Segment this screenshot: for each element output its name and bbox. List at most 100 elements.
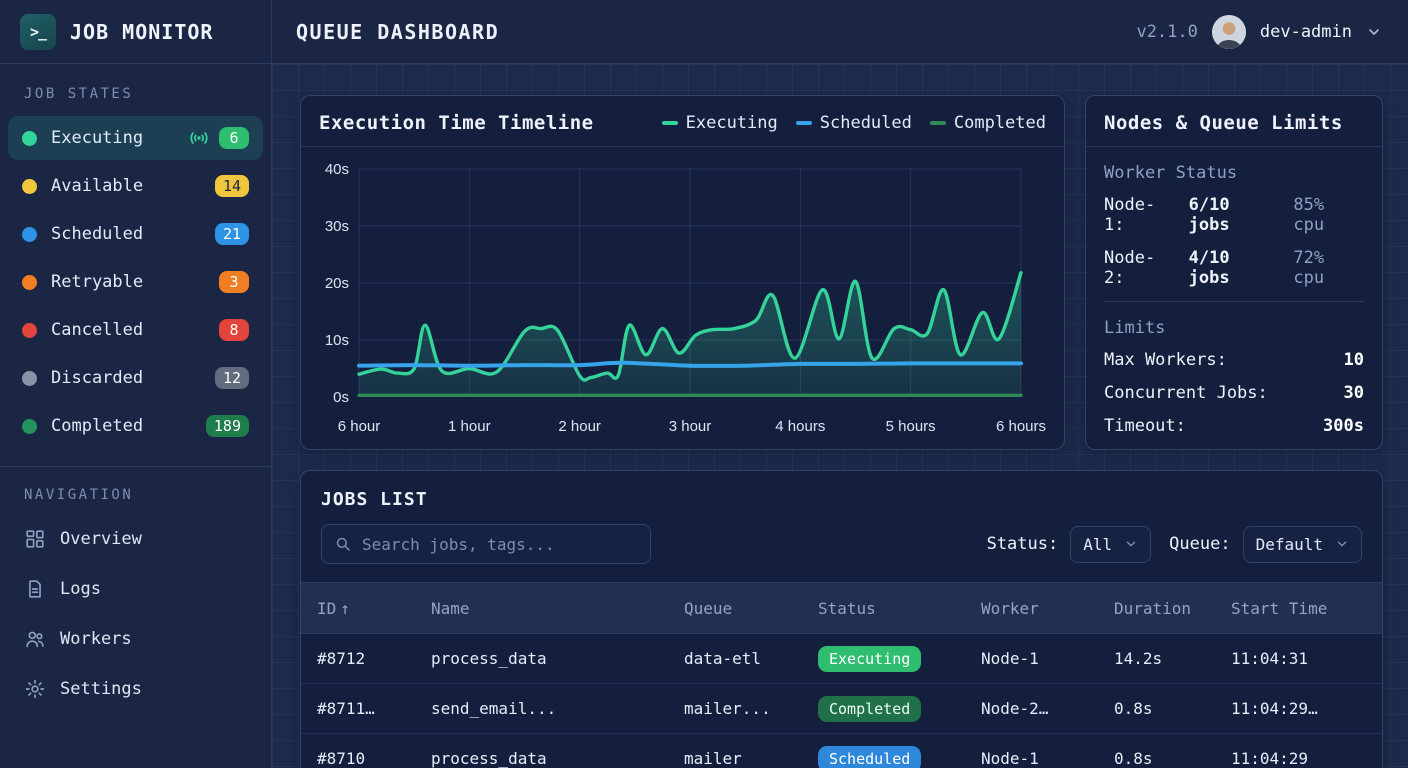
cell-status: Scheduled: [802, 745, 965, 768]
worker-status-heading: Worker Status: [1104, 163, 1238, 183]
count-badge: 8: [219, 319, 249, 341]
column-label: ID: [317, 598, 337, 618]
limit-value: 10: [1343, 350, 1364, 370]
user-menu[interactable]: dev-admin: [1260, 22, 1352, 42]
column-label: Start Time: [1231, 598, 1328, 618]
cell-duration: 14.2s: [1114, 649, 1163, 668]
queue-filter-group: Queue: Default: [1169, 525, 1362, 563]
count-badge: 21: [214, 223, 249, 245]
search-icon: [336, 537, 350, 551]
sidebar-item-available[interactable]: Available 14: [8, 164, 263, 208]
state-label: Scheduled: [51, 224, 144, 244]
status-dot-icon: [22, 274, 37, 290]
jobs-list-card: JOBS LIST Status: All Queue: Default ID↑ Nam…: [300, 470, 1383, 768]
nodes-limits-card: Nodes & Queue Limits Worker Status Node-…: [1085, 95, 1383, 450]
worker-cpu: 85% cpu: [1293, 195, 1325, 235]
sidebar-item-overview[interactable]: Overview: [8, 517, 263, 561]
cell-id-link[interactable]: #8712: [301, 649, 415, 668]
worker-name: Node-1:: [1104, 195, 1156, 235]
legend-item-scheduled[interactable]: Scheduled: [795, 113, 912, 133]
legend-item-executing[interactable]: Executing: [661, 113, 778, 133]
table-row[interactable]: #8711… send_email... mailer... Completed Nod…: [301, 684, 1382, 734]
count-badge: 3: [219, 271, 249, 293]
execution-timeline-card: Execution Time Timeline Executing Schedul…: [300, 95, 1065, 450]
x-tick: 1 hour: [448, 418, 491, 435]
x-tick: 6 hours: [996, 418, 1046, 435]
people-icon: [24, 628, 46, 650]
legend-label: Completed: [953, 113, 1046, 133]
sidebar-item-cancelled[interactable]: Cancelled 8: [8, 308, 263, 352]
topbar: >_ JOB MONITOR QUEUE DASHBOARD v2.1.0 de…: [0, 0, 1408, 64]
cell-id-link[interactable]: #8710: [301, 749, 415, 768]
count-badge: 12: [214, 367, 249, 389]
y-tick: 30s: [325, 218, 349, 235]
sidebar-item-executing[interactable]: Executing 6: [8, 116, 263, 160]
chevron-down-icon: [1124, 537, 1138, 551]
sidebar-item-logs[interactable]: Logs: [8, 567, 263, 611]
column-header-worker: Worker: [965, 599, 1098, 618]
cell-status: Completed: [802, 695, 965, 722]
table-row[interactable]: #8710 process_data mailer Scheduled Node-1 0.…: [301, 734, 1382, 768]
live-icon: [187, 128, 211, 148]
nodes-divider: [1104, 301, 1364, 302]
state-label: Available: [51, 176, 144, 196]
cell-worker: Node-1: [981, 749, 1039, 768]
status-badge: Executing: [818, 645, 922, 672]
y-tick: 0s: [333, 389, 349, 406]
queue-select-value: Default: [1255, 534, 1323, 554]
legend-item-completed[interactable]: Completed: [929, 113, 1046, 133]
nodes-card-title: Nodes & Queue Limits: [1104, 112, 1343, 134]
sidebar-item-retryable[interactable]: Retryable 3: [8, 260, 263, 304]
queue-select[interactable]: Default: [1242, 525, 1362, 563]
navigation-list: Overview Logs Workers Settings: [0, 517, 271, 711]
state-label: Discarded: [51, 368, 144, 388]
legend-swatch: [795, 121, 812, 125]
status-badge: Completed: [818, 695, 922, 722]
cell-worker: Node-1: [981, 649, 1039, 668]
avatar[interactable]: [1211, 14, 1246, 49]
cell-start-time: 11:04:29…: [1231, 699, 1318, 718]
y-tick: 20s: [325, 275, 349, 292]
state-right: 3: [219, 271, 249, 293]
cell-id-link[interactable]: #8711…: [301, 699, 415, 718]
legend-label: Scheduled: [819, 113, 912, 133]
status-select[interactable]: All: [1070, 525, 1152, 563]
state-label: Cancelled: [51, 320, 144, 340]
status-dot-icon: [22, 178, 37, 194]
chevron-down-icon: [1335, 537, 1349, 551]
sidebar: JOB STATES Executing 6 Available 14 Schedule…: [0, 64, 272, 768]
table-row[interactable]: #8712 process_data data-etl Executing Node-1…: [301, 634, 1382, 684]
sidebar-item-scheduled[interactable]: Scheduled 21: [8, 212, 263, 256]
count-badge: 6: [219, 127, 249, 149]
limits-heading: Limits: [1104, 318, 1166, 338]
navigation-heading: NAVIGATION: [24, 487, 134, 503]
column-header-id[interactable]: ID ↑: [301, 599, 415, 618]
sidebar-item-completed[interactable]: Completed 189: [8, 404, 263, 448]
sidebar-item-workers[interactable]: Workers: [8, 617, 263, 661]
legend-label: Executing: [685, 113, 778, 133]
column-label: Queue: [684, 598, 733, 618]
limit-row: Concurrent Jobs: 30: [1104, 383, 1364, 403]
app-title: JOB MONITOR: [70, 19, 214, 44]
search-input[interactable]: [362, 534, 638, 554]
sidebar-item-settings[interactable]: Settings: [8, 667, 263, 711]
status-dot-icon: [22, 130, 37, 146]
cell-queue: data-etl: [684, 649, 762, 668]
chevron-down-icon[interactable]: [1366, 24, 1382, 40]
state-right: 21: [214, 223, 249, 245]
state-right: 189: [205, 415, 249, 437]
sidebar-item-discarded[interactable]: Discarded 12: [8, 356, 263, 400]
cell-start-time: 11:04:31: [1231, 649, 1309, 668]
filters: Status: All Queue: Default: [987, 525, 1362, 563]
cell-status: Executing: [802, 645, 965, 672]
search-box[interactable]: [321, 524, 651, 564]
x-tick: 5 hours: [886, 418, 936, 435]
worker-status-row: Node-1: 6/10 jobs 85% cpu: [1104, 195, 1364, 235]
document-icon: [24, 578, 46, 600]
limit-value: 300s: [1323, 416, 1364, 436]
state-right: 14: [214, 175, 249, 197]
queue-filter-label: Queue:: [1169, 534, 1231, 554]
grid-icon: [24, 528, 46, 550]
worker-name: Node-2:: [1104, 248, 1156, 288]
status-dot-icon: [22, 322, 37, 338]
